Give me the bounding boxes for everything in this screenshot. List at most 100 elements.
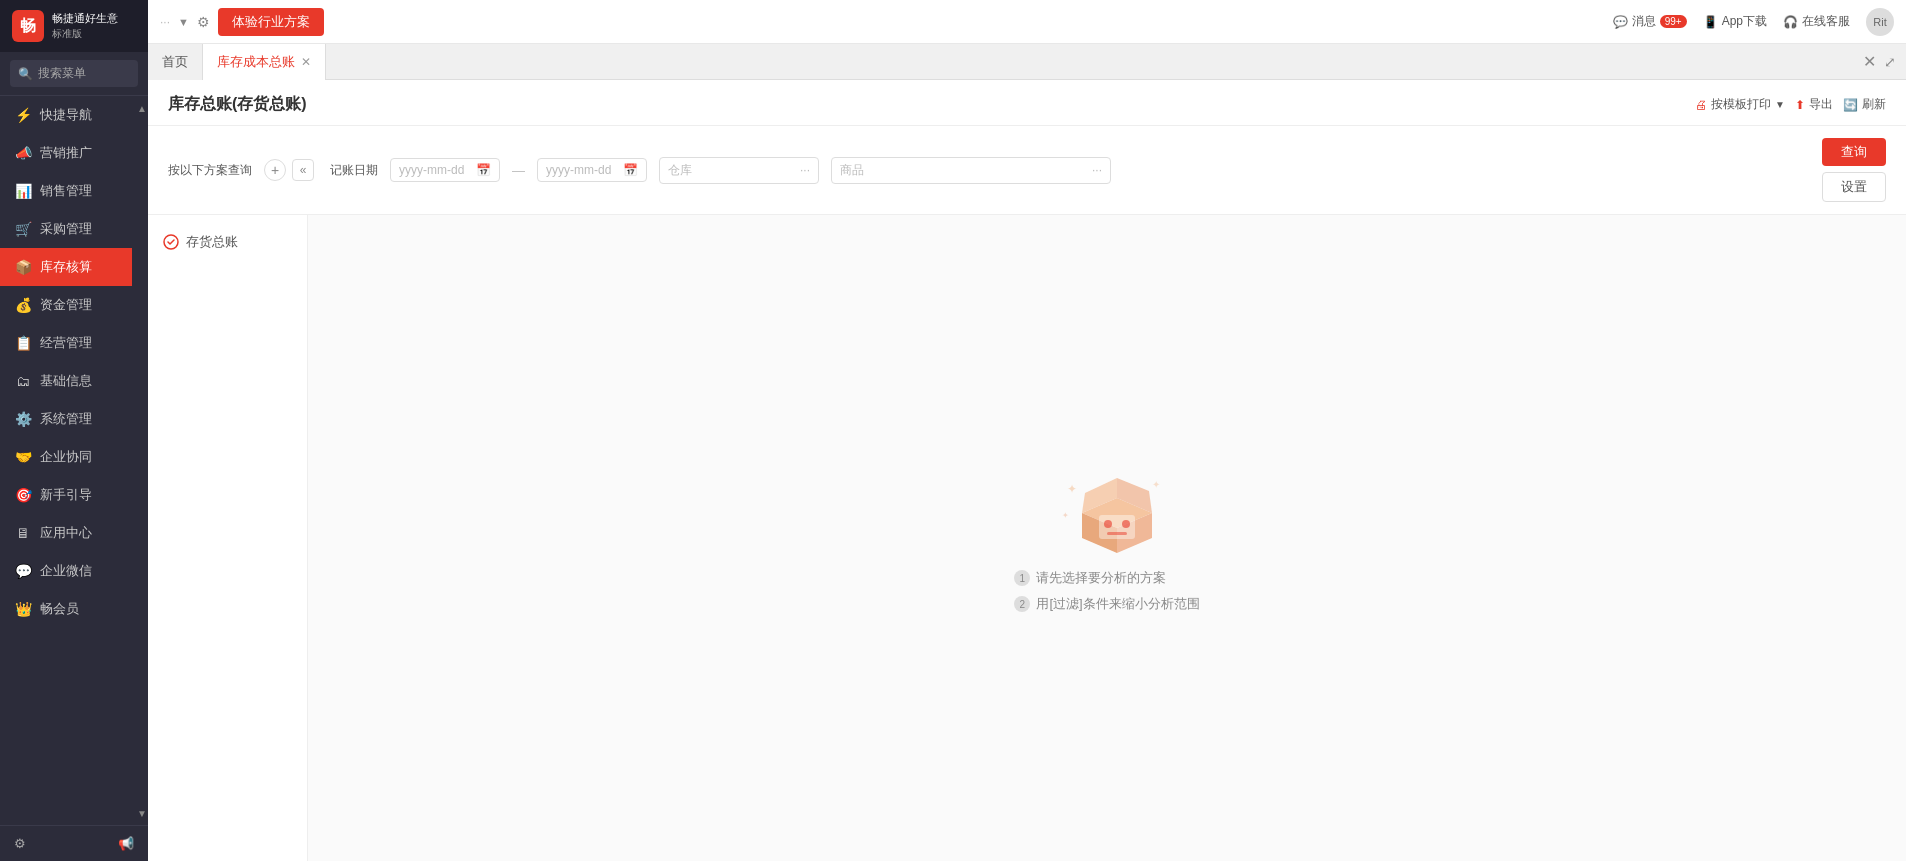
filter-collapse-button[interactable]: « <box>292 159 314 181</box>
user-avatar[interactable]: Rit <box>1866 8 1894 36</box>
filter-label: 按以下方案查询 <box>168 162 252 179</box>
content-area: 存货总账 <box>148 215 1906 861</box>
finance-icon: 💰 <box>14 296 32 314</box>
purchase-icon: 🛒 <box>14 220 32 238</box>
svg-text:✦: ✦ <box>1152 479 1160 490</box>
panel-expand-icon[interactable]: ⤢ <box>1884 54 1896 70</box>
inventory-icon: 📦 <box>14 258 32 276</box>
refresh-button[interactable]: 🔄 刷新 <box>1843 96 1886 113</box>
breadcrumb: ··· <box>160 15 170 29</box>
warehouse-more-icon: ··· <box>800 163 810 177</box>
sidebar-item-finance[interactable]: 💰 资金管理 <box>0 286 132 324</box>
product-more-icon: ··· <box>1092 163 1102 177</box>
settings-button[interactable]: ⚙ <box>14 836 26 851</box>
headset-icon: 🎧 <box>1783 15 1798 29</box>
export-icon: ⬆ <box>1795 98 1805 112</box>
operations-icon: 📋 <box>14 334 32 352</box>
marketing-icon: 📣 <box>14 144 32 162</box>
refresh-icon: 🔄 <box>1843 98 1858 112</box>
sales-icon: 📊 <box>14 182 32 200</box>
print-button[interactable]: 🖨 按模板打印 ▼ <box>1695 96 1785 113</box>
chevron-down-icon: ▼ <box>178 16 189 28</box>
topbar: ··· ▼ ⚙ 体验行业方案 💬 消息 99+ 📱 App下载 🎧 在线客服 R… <box>148 0 1906 44</box>
tab-close-icon[interactable]: ✕ <box>301 55 311 69</box>
empty-tip-2: 2 用[过滤]条件来缩小分析范围 <box>1014 595 1199 613</box>
member-icon: 👑 <box>14 600 32 618</box>
page-header: 库存总账(存货总账) 🖨 按模板打印 ▼ ⬆ 导出 🔄 刷新 <box>148 80 1906 126</box>
sidebar-item-wechat[interactable]: 💬 企业微信 <box>0 552 132 590</box>
svg-point-7 <box>1104 520 1112 528</box>
empty-tips: 1 请先选择要分析的方案 2 用[过滤]条件来缩小分析范围 <box>1014 569 1199 613</box>
print-chevron-icon: ▼ <box>1775 99 1785 110</box>
logo-text: 畅捷通好生意 标准版 <box>52 11 118 40</box>
scheme-sidebar: 存货总账 <box>148 215 308 861</box>
date-separator: — <box>512 163 525 178</box>
sidebar-item-inventory[interactable]: 📦 库存核算 <box>0 248 132 286</box>
industry-solution-button[interactable]: 体验行业方案 <box>218 8 324 36</box>
guide-icon: 🎯 <box>14 486 32 504</box>
online-support-button[interactable]: 🎧 在线客服 <box>1783 13 1850 30</box>
sidebar-item-operations[interactable]: 📋 经营管理 <box>0 324 132 362</box>
svg-point-8 <box>1122 520 1130 528</box>
speaker-button[interactable]: 📢 <box>118 836 134 851</box>
empty-tip-1: 1 请先选择要分析的方案 <box>1014 569 1199 587</box>
main-area: ··· ▼ ⚙ 体验行业方案 💬 消息 99+ 📱 App下载 🎧 在线客服 R… <box>148 0 1906 861</box>
date-end-input[interactable]: yyyy-mm-dd 📅 <box>537 158 647 182</box>
wechat-icon: 💬 <box>14 562 32 580</box>
settings-button[interactable]: 设置 <box>1822 172 1886 202</box>
warehouse-select[interactable]: 仓库 ··· <box>659 157 819 184</box>
query-button[interactable]: 查询 <box>1822 138 1886 166</box>
empty-state: ✦ ✦ ✦ 1 请先选择要分析的方案 2 用[过滤]条件来缩小分析范围 <box>1014 463 1199 613</box>
message-icon: 💬 <box>1613 15 1628 29</box>
sidebar-item-basic-info[interactable]: 🗂 基础信息 <box>0 362 132 400</box>
svg-text:✦: ✦ <box>1067 482 1077 496</box>
sidebar-item-purchase[interactable]: 🛒 采购管理 <box>0 210 132 248</box>
settings-icon[interactable]: ⚙ <box>197 14 210 30</box>
page-title: 库存总账(存货总账) <box>168 94 307 115</box>
message-badge: 99+ <box>1660 15 1687 28</box>
app-download-button[interactable]: 📱 App下载 <box>1703 13 1767 30</box>
page-title-row: 库存总账(存货总账) 🖨 按模板打印 ▼ ⬆ 导出 🔄 刷新 <box>168 94 1886 115</box>
filter-row: 按以下方案查询 + « 记账日期 yyyy-mm-dd 📅 — yyyy-mm-… <box>168 138 1886 202</box>
data-area: ✦ ✦ ✦ 1 请先选择要分析的方案 2 用[过滤]条件来缩小分析范围 <box>308 215 1906 861</box>
svg-rect-6 <box>1099 515 1135 539</box>
date-label: 记账日期 <box>330 162 378 179</box>
sidebar-item-quick-nav[interactable]: ⚡ 快捷导航 <box>0 96 132 134</box>
sidebar-bottom: ⚙ 📢 <box>0 825 148 861</box>
sidebar-item-guide[interactable]: 🎯 新手引导 <box>0 476 132 514</box>
scheme-item-inventory[interactable]: 存货总账 <box>148 225 307 259</box>
sidebar-search-section[interactable]: 🔍 搜索菜单 <box>0 52 148 96</box>
message-button[interactable]: 💬 消息 99+ <box>1613 13 1687 30</box>
filter-add-button[interactable]: + <box>264 159 286 181</box>
app-center-icon: 🖥 <box>14 524 32 542</box>
logo-icon: 畅 <box>12 10 44 42</box>
panel-close-icon[interactable]: ✕ <box>1863 52 1876 71</box>
sidebar-item-sales[interactable]: 📊 销售管理 <box>0 172 132 210</box>
calendar-end-icon: 📅 <box>623 163 638 177</box>
filter-actions: + « <box>264 159 314 181</box>
sidebar: 畅 畅捷通好生意 标准版 🔍 搜索菜单 ⚡ 快捷导航 📣 营销推广 📊 销售管理 <box>0 0 148 861</box>
sidebar-scroll-down[interactable]: ▼ <box>134 805 148 821</box>
sidebar-scroll-up[interactable]: ▲ <box>134 100 148 116</box>
phone-icon: 📱 <box>1703 15 1718 29</box>
tip-num-2: 2 <box>1014 596 1030 612</box>
topbar-right: 💬 消息 99+ 📱 App下载 🎧 在线客服 Rit <box>1613 8 1894 36</box>
sidebar-item-cooperation[interactable]: 🤝 企业协同 <box>0 438 132 476</box>
sidebar-logo: 畅 畅捷通好生意 标准版 <box>0 0 148 52</box>
sidebar-nav: ⚡ 快捷导航 📣 营销推广 📊 销售管理 🛒 采购管理 📦 库存核算 💰 <box>0 96 132 825</box>
calendar-start-icon: 📅 <box>476 163 491 177</box>
sidebar-item-marketing[interactable]: 📣 营销推广 <box>0 134 132 172</box>
sidebar-item-system[interactable]: ⚙️ 系统管理 <box>0 400 132 438</box>
empty-illustration: ✦ ✦ ✦ <box>1057 463 1157 553</box>
date-start-input[interactable]: yyyy-mm-dd 📅 <box>390 158 500 182</box>
tab-inventory-ledger[interactable]: 库存成本总账 ✕ <box>203 44 326 80</box>
scheme-item-icon <box>162 233 180 251</box>
tab-home[interactable]: 首页 <box>148 44 203 80</box>
export-button[interactable]: ⬆ 导出 <box>1795 96 1833 113</box>
product-select[interactable]: 商品 ··· <box>831 157 1111 184</box>
sidebar-search-input[interactable]: 🔍 搜索菜单 <box>10 60 138 87</box>
svg-text:✦: ✦ <box>1062 511 1069 520</box>
filter-right-buttons: 查询 设置 <box>1822 138 1886 202</box>
sidebar-item-app-center[interactable]: 🖥 应用中心 <box>0 514 132 552</box>
sidebar-item-member[interactable]: 👑 畅会员 <box>0 590 132 628</box>
